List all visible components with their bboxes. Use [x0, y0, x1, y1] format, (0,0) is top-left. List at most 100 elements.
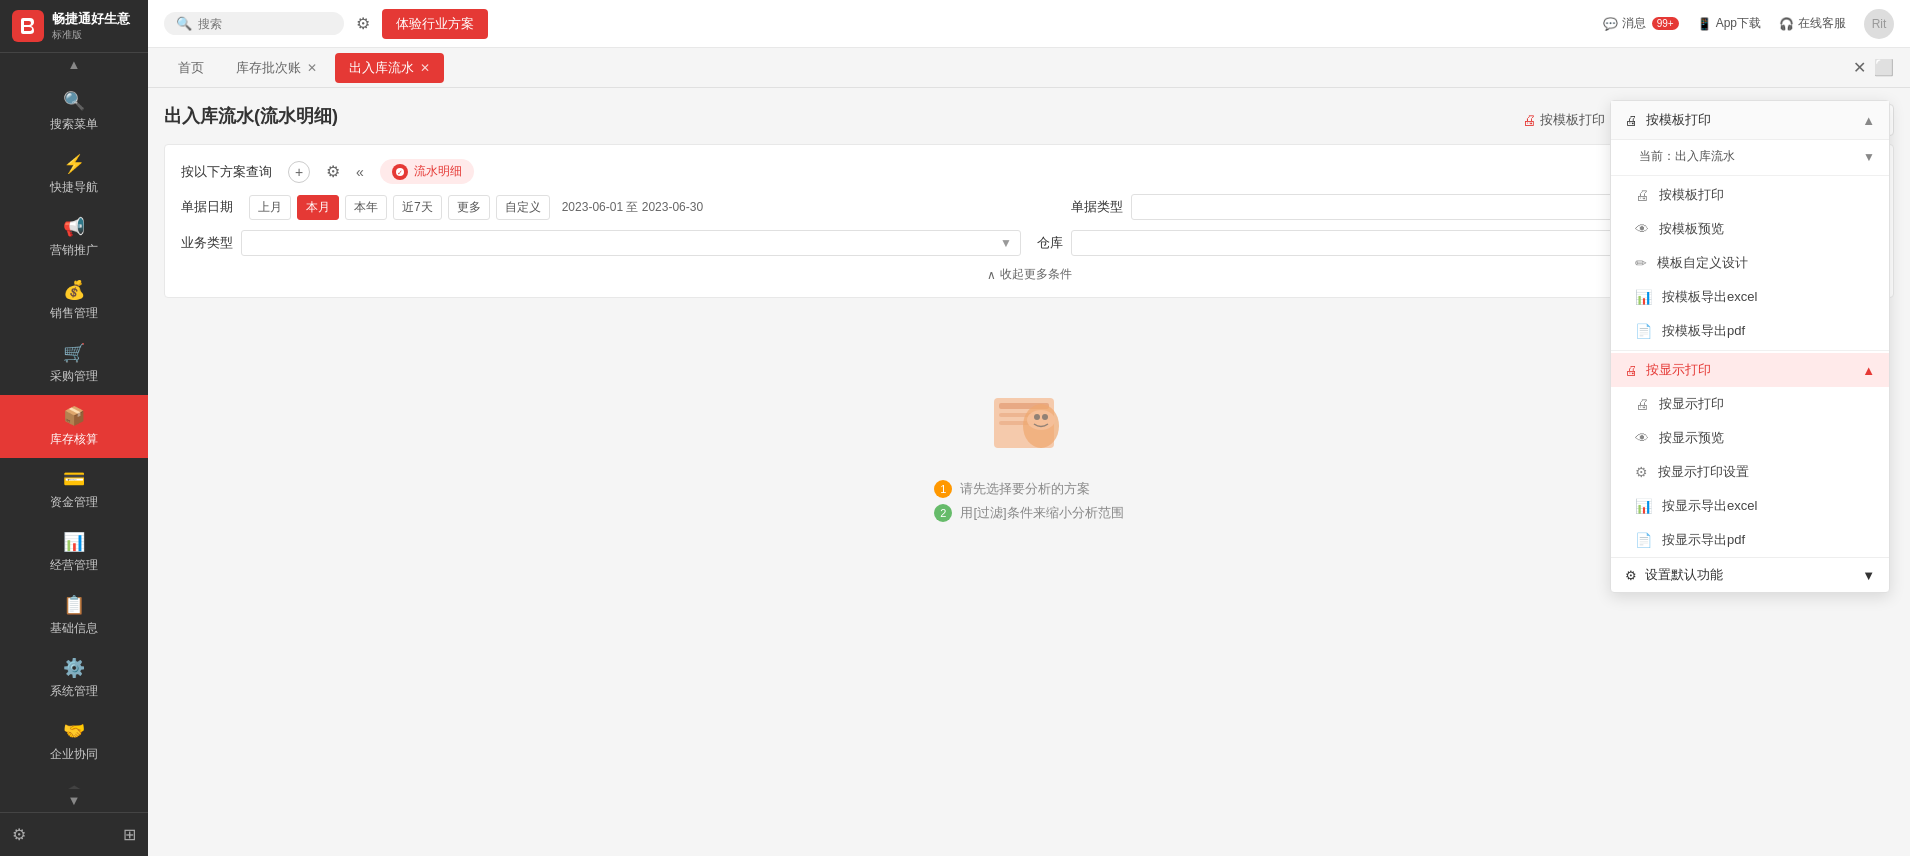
- sidebar-item-quicknav[interactable]: ⚡ 快捷导航: [0, 143, 148, 206]
- sidebar-collapse-button[interactable]: ⊞: [123, 825, 136, 844]
- sidebar-footer: ⚙ ⊞: [0, 812, 148, 856]
- dropdown-display-print-settings[interactable]: ⚙ 按显示打印设置: [1611, 455, 1889, 489]
- dropdown-header[interactable]: 🖨 按模板打印 ▲: [1611, 101, 1889, 140]
- voucher-type-label: 单据类型: [1071, 198, 1123, 216]
- biz-type-select[interactable]: ▼: [241, 230, 1021, 256]
- sidebar-item-basic[interactable]: 📋 基础信息: [0, 584, 148, 647]
- topbar-gear-icon[interactable]: ⚙: [356, 14, 370, 33]
- dropdown-current-item[interactable]: 当前：出入库流水 ▼: [1611, 140, 1889, 173]
- footer-arrow-icon: ▼: [1862, 568, 1875, 583]
- logo-text: 畅捷通好生意 标准版: [52, 11, 130, 41]
- display-chevron-up-icon: ▲: [1862, 363, 1875, 378]
- dropdown-template-export-excel[interactable]: 📊 按模板导出excel: [1611, 280, 1889, 314]
- biz-type-arrow-icon: ▼: [1000, 236, 1012, 250]
- sidebar-item-purchase[interactable]: 🛒 采购管理: [0, 332, 148, 395]
- sidebar-scroll-up[interactable]: ▲: [0, 53, 148, 76]
- tab-batch-close[interactable]: ✕: [307, 61, 317, 75]
- date-btn-7days[interactable]: 近7天: [393, 195, 442, 220]
- template-print-icon: 🖨: [1635, 187, 1649, 203]
- empty-icon: [979, 368, 1079, 468]
- filter-gear-icon[interactable]: ⚙: [326, 162, 340, 181]
- print-icon: 🖨: [1522, 112, 1536, 128]
- empty-tips: 1 请先选择要分析的方案 2 用[过滤]条件来缩小分析范围: [934, 480, 1123, 528]
- dropdown-template-export-pdf[interactable]: 📄 按模板导出pdf: [1611, 314, 1889, 348]
- date-range: 2023-06-01 至 2023-06-30: [562, 199, 703, 216]
- topbar-search-icon: 🔍: [176, 16, 192, 31]
- sidebar-settings-button[interactable]: ⚙: [12, 825, 26, 844]
- display-pdf-icon: 📄: [1635, 532, 1652, 548]
- template-excel-icon: 📊: [1635, 289, 1652, 305]
- sidebar-item-inventory[interactable]: 📦 库存核算: [0, 395, 148, 458]
- template-print-button[interactable]: 🖨 按模板打印 ▲: [1522, 111, 1619, 129]
- filter-collapse-icon[interactable]: «: [356, 164, 364, 180]
- svg-point-8: [1034, 414, 1040, 420]
- sidebar-nav: 🔍 搜索菜单 ⚡ 快捷导航 📢 营销推广 💰 销售管理 🛒 采购管理 📦 库存核…: [0, 76, 148, 789]
- date-btn-this-year[interactable]: 本年: [345, 195, 387, 220]
- tag-icon: ✓: [392, 164, 408, 180]
- phone-icon: 📱: [1697, 17, 1712, 31]
- date-btn-more[interactable]: 更多: [448, 195, 490, 220]
- warehouse-label: 仓库: [1037, 234, 1063, 252]
- tip-num-1: 1: [934, 480, 952, 498]
- system-icon: ⚙️: [63, 657, 85, 679]
- message-badge: 99+: [1652, 17, 1679, 30]
- message-button[interactable]: 💬 消息 99+: [1603, 15, 1679, 32]
- template-pdf-icon: 📄: [1635, 323, 1652, 339]
- topbar-right: 💬 消息 99+ 📱 App下载 🎧 在线客服 Rit: [1603, 9, 1894, 39]
- funds-icon: 💳: [63, 468, 85, 490]
- tab-batch[interactable]: 库存批次账 ✕: [222, 53, 331, 83]
- dropdown-display-print[interactable]: 🖨 按显示打印: [1611, 387, 1889, 421]
- dropdown-template-preview[interactable]: 👁 按模板预览: [1611, 212, 1889, 246]
- logo-icon: [12, 10, 44, 42]
- filter-tag-flow[interactable]: ✓ 流水明细: [380, 159, 474, 184]
- display-excel-icon: 📊: [1635, 498, 1652, 514]
- dropdown-footer[interactable]: ⚙ 设置默认功能 ▼: [1611, 557, 1889, 592]
- sidebar-item-system[interactable]: ⚙️ 系统管理: [0, 647, 148, 710]
- tab-controls: ✕ ⬜: [1853, 58, 1894, 77]
- footer-settings-icon: ⚙: [1625, 568, 1637, 583]
- sidebar-item-operations[interactable]: 📊 经营管理: [0, 521, 148, 584]
- filter-add-button[interactable]: +: [288, 161, 310, 183]
- sidebar-item-search[interactable]: 🔍 搜索菜单: [0, 80, 148, 143]
- dropdown-template-print[interactable]: 🖨 按模板打印: [1611, 178, 1889, 212]
- current-item-arrow-icon: ▼: [1863, 150, 1875, 164]
- tab-flow[interactable]: 出入库流水 ✕: [335, 53, 444, 83]
- sales-icon: 💰: [63, 279, 85, 301]
- sidebar-item-cooperation[interactable]: 🤝 企业协同: [0, 710, 148, 773]
- headset-icon: 🎧: [1779, 17, 1794, 31]
- sidebar-item-guide[interactable]: 🎓 新手引导: [0, 773, 148, 789]
- topbar-search-box[interactable]: 🔍: [164, 12, 344, 35]
- app-download-button[interactable]: 📱 App下载: [1697, 15, 1761, 32]
- tab-home[interactable]: 首页: [164, 53, 218, 83]
- sidebar-logo: 畅捷通好生意 标准版: [0, 0, 148, 53]
- date-btn-custom[interactable]: 自定义: [496, 195, 550, 220]
- tab-flow-close[interactable]: ✕: [420, 61, 430, 75]
- dropdown-chevron-up-icon[interactable]: ▲: [1862, 113, 1875, 128]
- date-btn-last-month[interactable]: 上月: [249, 195, 291, 220]
- sidebar-item-sales[interactable]: 💰 销售管理: [0, 269, 148, 332]
- dropdown-template-custom[interactable]: ✏ 模板自定义设计: [1611, 246, 1889, 280]
- tip-row-1: 1 请先选择要分析的方案: [934, 480, 1123, 498]
- tabbar: 首页 库存批次账 ✕ 出入库流水 ✕ ✕ ⬜: [148, 48, 1910, 88]
- dropdown-display-preview[interactable]: 👁 按显示预览: [1611, 421, 1889, 455]
- display-section-header[interactable]: 🖨 按显示打印 ▲: [1611, 353, 1889, 387]
- operations-icon: 📊: [63, 531, 85, 553]
- user-avatar[interactable]: Rit: [1864, 9, 1894, 39]
- tab-maximize-icon[interactable]: ⬜: [1874, 58, 1894, 77]
- online-service-button[interactable]: 🎧 在线客服: [1779, 15, 1846, 32]
- date-filter: 上月 本月 本年 近7天 更多 自定义 2023-06-01 至 2023-06…: [249, 195, 1055, 220]
- sidebar-item-marketing[interactable]: 📢 营销推广: [0, 206, 148, 269]
- dropdown-display-export-pdf[interactable]: 📄 按显示导出pdf: [1611, 523, 1889, 557]
- svg-point-9: [1042, 414, 1048, 420]
- search-input[interactable]: [198, 17, 318, 31]
- collapse-button[interactable]: ∧ 收起更多条件: [987, 266, 1072, 283]
- sidebar-item-funds[interactable]: 💳 资金管理: [0, 458, 148, 521]
- dropdown-display-export-excel[interactable]: 📊 按显示导出excel: [1611, 489, 1889, 523]
- basic-icon: 📋: [63, 594, 85, 616]
- sidebar-scroll-down[interactable]: ▼: [0, 789, 148, 812]
- template-custom-icon: ✏: [1635, 255, 1647, 271]
- dropdown-print-icon: 🖨: [1625, 113, 1638, 128]
- tab-close-all-icon[interactable]: ✕: [1853, 58, 1866, 77]
- industry-solution-button[interactable]: 体验行业方案: [382, 9, 488, 39]
- date-btn-this-month[interactable]: 本月: [297, 195, 339, 220]
